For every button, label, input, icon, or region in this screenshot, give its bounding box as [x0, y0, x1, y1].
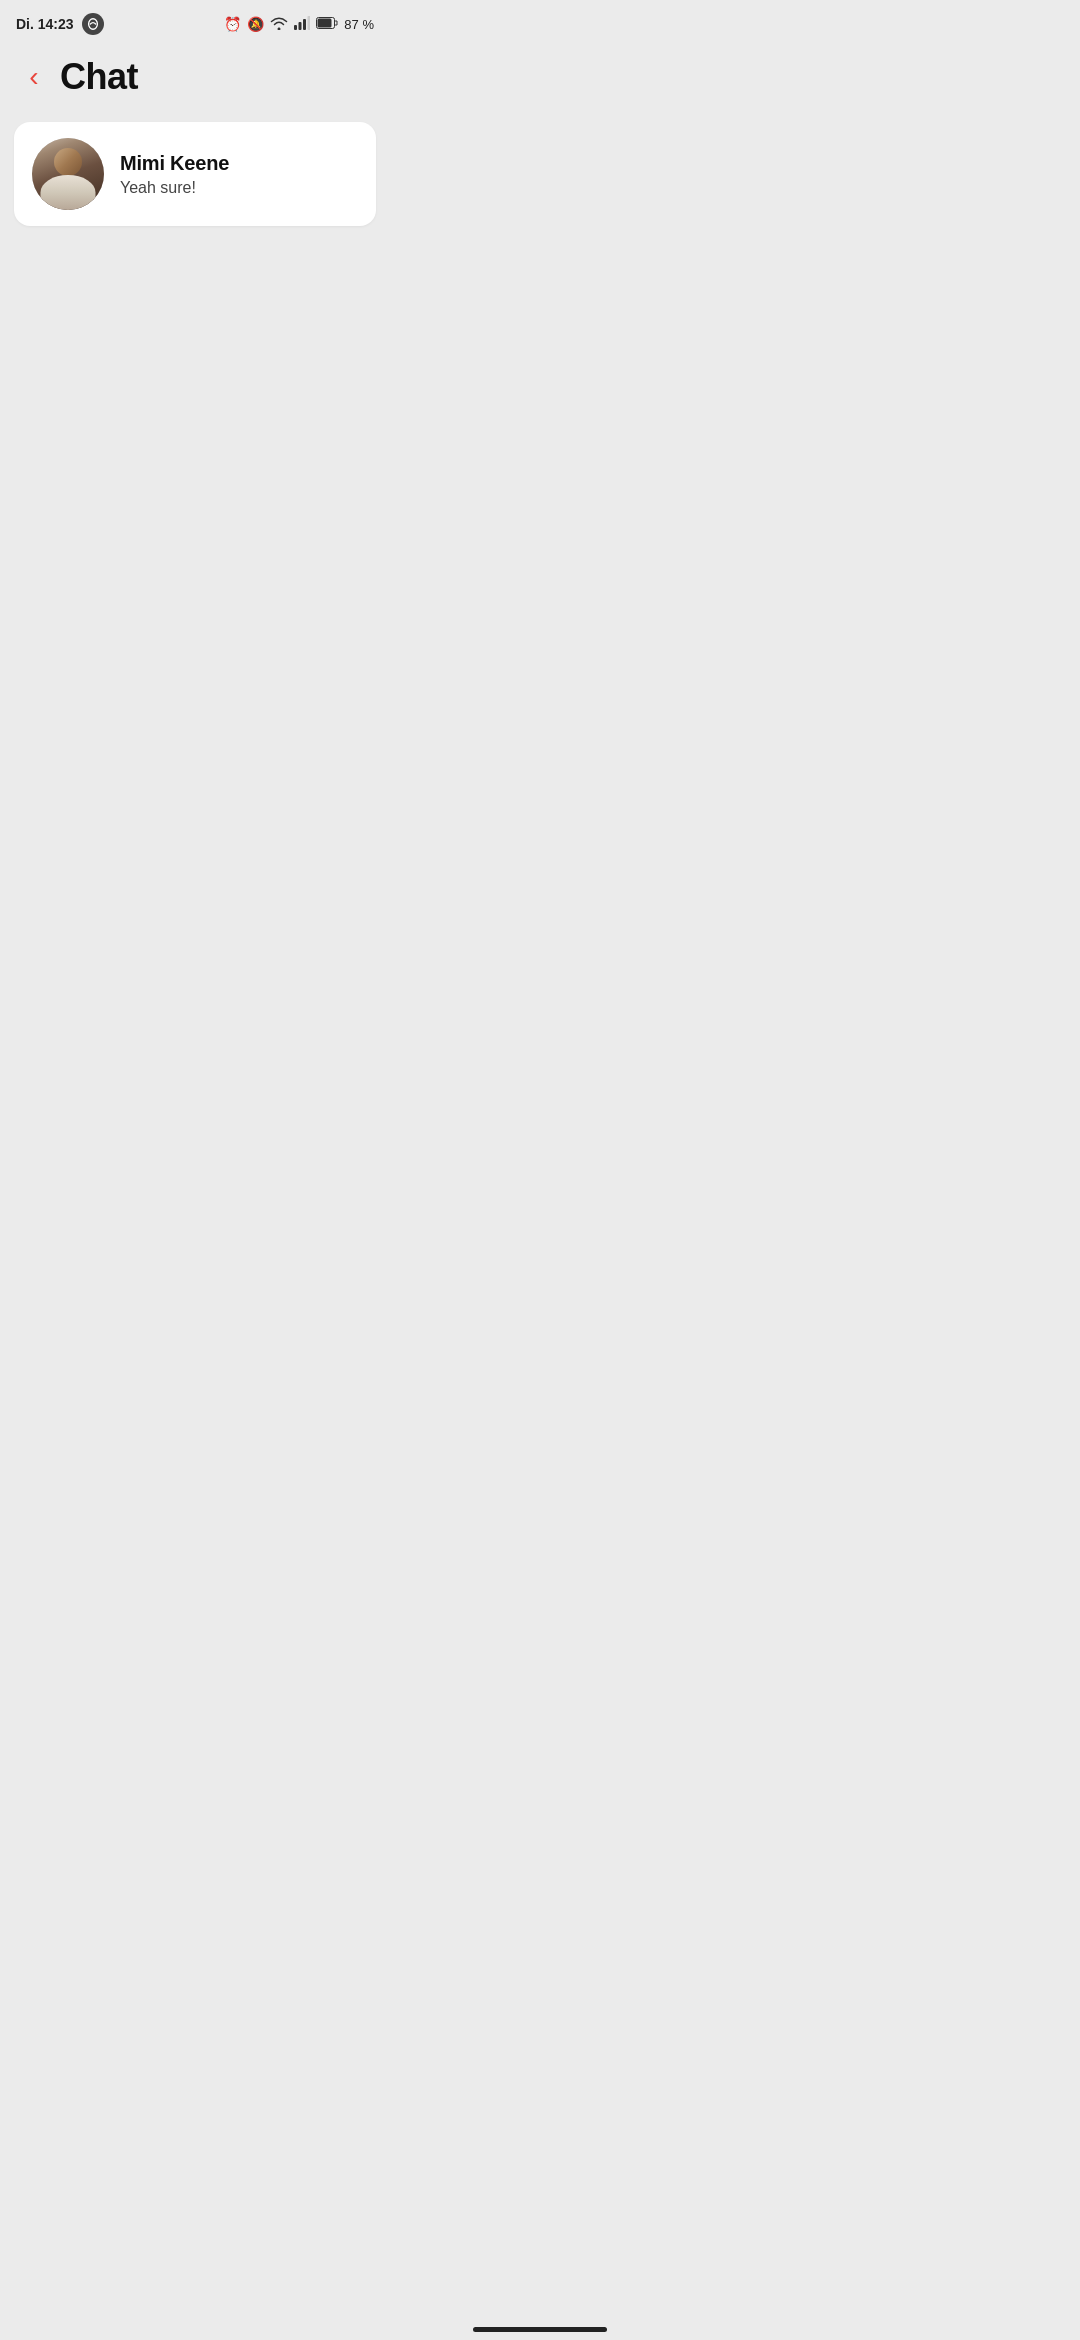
battery-icon — [316, 16, 338, 32]
chat-info: Mimi Keene Yeah sure! — [120, 152, 229, 197]
page-header: ‹ Chat — [0, 44, 390, 114]
back-chevron-icon: ‹ — [29, 63, 38, 91]
status-left: Di. 14:23 — [16, 13, 104, 35]
svg-rect-0 — [294, 25, 297, 30]
page-title: Chat — [60, 56, 138, 98]
contact-name: Mimi Keene — [120, 152, 229, 175]
chat-list: Mimi Keene Yeah sure! — [0, 114, 390, 234]
avatar-image — [32, 138, 104, 210]
muted-bell-icon: 🔕 — [247, 16, 264, 32]
signal-icon — [294, 16, 310, 33]
back-button[interactable]: ‹ — [16, 59, 52, 95]
avatar — [32, 138, 104, 210]
chat-list-item[interactable]: Mimi Keene Yeah sure! — [14, 122, 376, 226]
last-message: Yeah sure! — [120, 179, 229, 197]
svg-rect-3 — [308, 16, 311, 30]
battery-percentage: 87 % — [344, 17, 374, 32]
status-time: Di. 14:23 — [16, 16, 74, 32]
svg-rect-2 — [303, 19, 306, 30]
svg-rect-1 — [299, 22, 302, 30]
status-right: ⏰ 🔕 87 % — [224, 16, 374, 33]
arc-browser-icon — [82, 13, 104, 35]
wifi-icon — [270, 16, 288, 33]
status-bar: Di. 14:23 ⏰ 🔕 — [0, 0, 390, 44]
alarm-icon: ⏰ — [224, 16, 241, 32]
svg-rect-5 — [318, 19, 332, 28]
